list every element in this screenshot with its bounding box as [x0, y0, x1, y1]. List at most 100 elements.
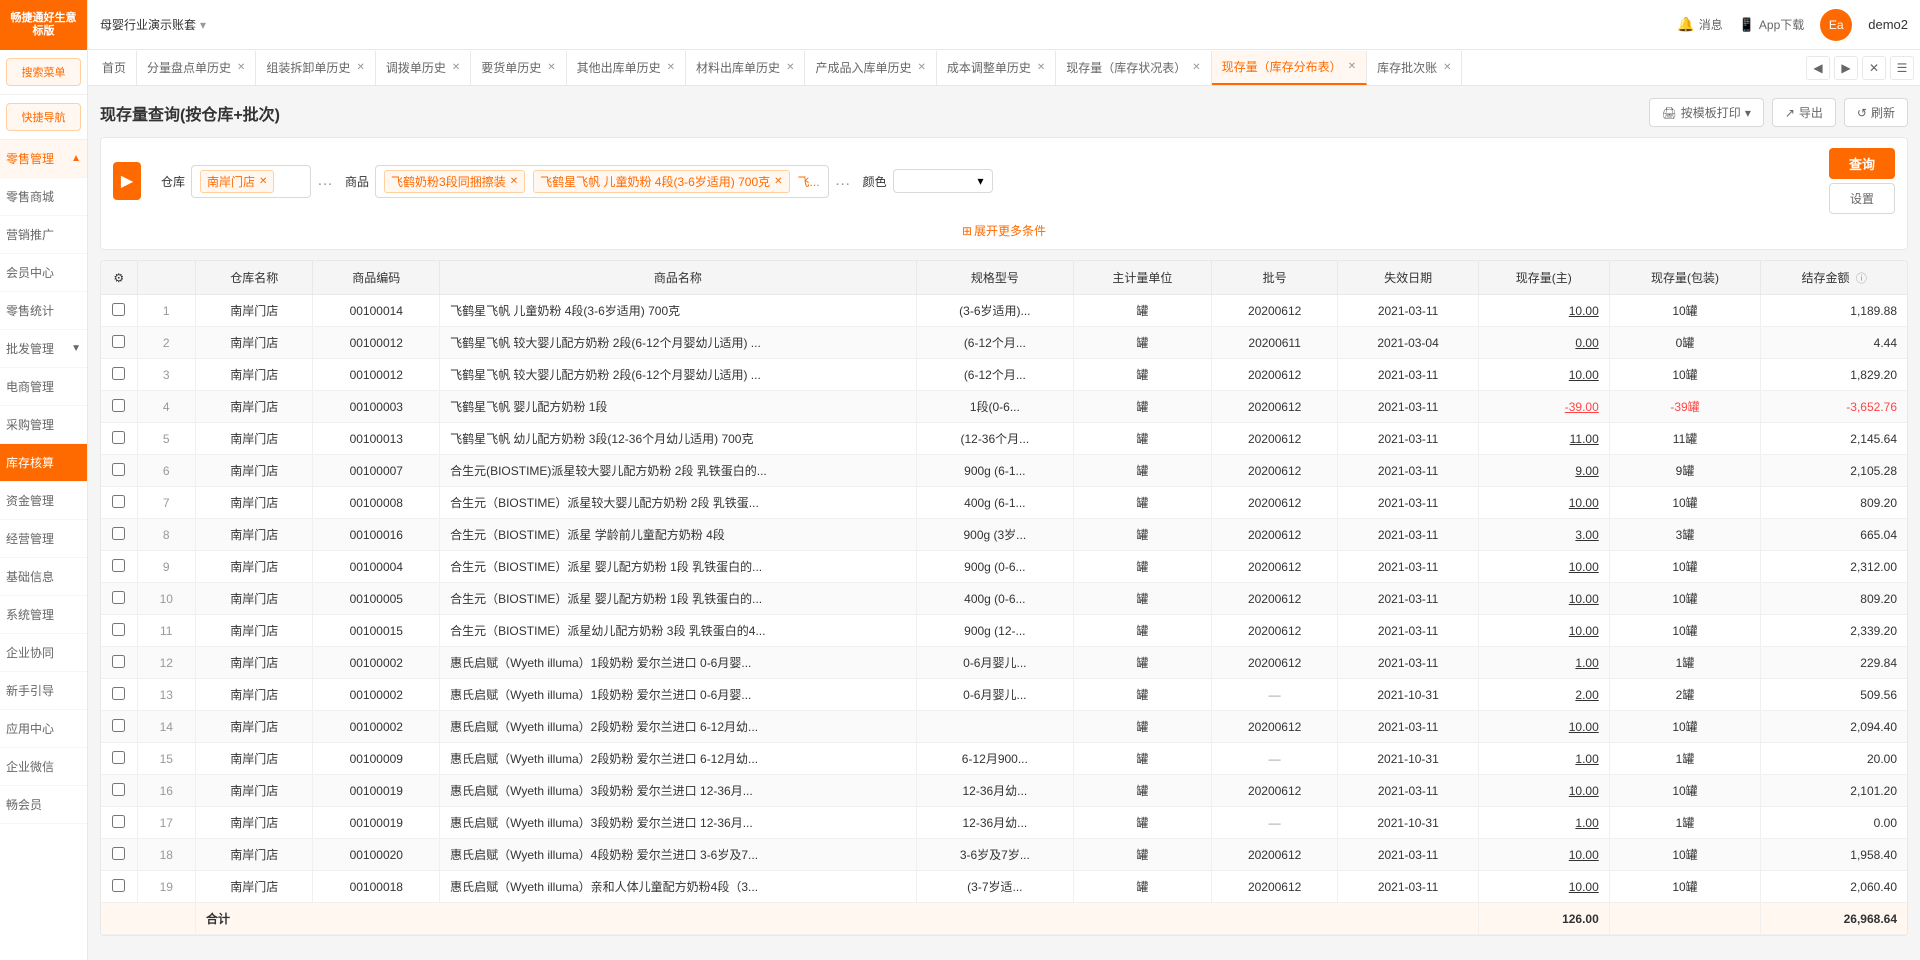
td-qty-main[interactable]: 10.00 [1478, 775, 1609, 807]
td-qty-main[interactable]: 10.00 [1478, 711, 1609, 743]
remove-product-2-icon[interactable]: ✕ [774, 176, 782, 187]
td-checkbox[interactable] [101, 743, 137, 775]
sidebar-item-purchase-mgmt[interactable]: 采购管理 [0, 406, 87, 444]
td-checkbox[interactable] [101, 391, 137, 423]
settings-icon[interactable]: ⚙ [113, 271, 124, 285]
close-icon[interactable]: ✕ [1192, 62, 1200, 73]
sidebar-item-marketing[interactable]: 营销推广 [0, 216, 87, 254]
close-icon[interactable]: ✕ [452, 62, 460, 73]
tab-batch-account[interactable]: 库存批次账 ✕ [1367, 51, 1462, 85]
message-button[interactable]: 🔔 消息 [1677, 16, 1722, 33]
td-checkbox[interactable] [101, 615, 137, 647]
close-icon[interactable]: ✕ [356, 62, 364, 73]
close-icon[interactable]: ✕ [917, 62, 925, 73]
td-qty-main[interactable]: 10.00 [1478, 615, 1609, 647]
sidebar-item-retail-mgmt[interactable]: 零售管理 ▲ [0, 140, 87, 178]
tab-inventory-status[interactable]: 现存量（库存状况表） ✕ [1056, 51, 1211, 85]
td-checkbox[interactable] [101, 551, 137, 583]
industry-selector[interactable]: 母婴行业演示账套 ▾ [100, 16, 206, 33]
tab-prev-button[interactable]: ◀ [1806, 56, 1830, 80]
td-qty-main[interactable]: 3.00 [1478, 519, 1609, 551]
product-input[interactable]: 飞鹤奶粉3段同捆擦装 ✕ 飞鹤星飞帆 儿童奶粉 4段(3-6岁适用) 700克 … [375, 165, 829, 198]
tab-product-in[interactable]: 产成品入库单历史 ✕ [805, 51, 936, 85]
filter-expand-left-button[interactable]: ▶ [113, 162, 141, 200]
sidebar-item-sys-mgmt[interactable]: 系统管理 [0, 596, 87, 634]
td-checkbox[interactable] [101, 679, 137, 711]
sidebar-item-new-guide[interactable]: 新手引导 [0, 672, 87, 710]
tab-other-out[interactable]: 其他出库单历史 ✕ [567, 51, 686, 85]
td-qty-main[interactable]: 9.00 [1478, 455, 1609, 487]
product-more-icon[interactable]: … [835, 173, 851, 189]
td-qty-main[interactable]: 1.00 [1478, 807, 1609, 839]
sidebar-item-retail-stats[interactable]: 零售统计 [0, 292, 87, 330]
sidebar-item-ecom-mgmt[interactable]: 电商管理 [0, 368, 87, 406]
sidebar-item-enterprise-collab[interactable]: 企业协同 [0, 634, 87, 672]
sidebar-item-retail-mall[interactable]: 零售商城 [0, 178, 87, 216]
refresh-button[interactable]: ↺ 刷新 [1844, 98, 1908, 127]
tab-menu-button[interactable]: ☰ [1890, 56, 1914, 80]
td-qty-main[interactable]: 10.00 [1478, 295, 1609, 327]
tab-home[interactable]: 首页 [92, 51, 137, 85]
tab-mixing[interactable]: 调拨单历史 ✕ [376, 51, 471, 85]
query-button[interactable]: 查询 [1829, 148, 1895, 179]
close-icon[interactable]: ✕ [237, 62, 245, 73]
sidebar-item-finance-mgmt[interactable]: 资金管理 [0, 482, 87, 520]
close-icon[interactable]: ✕ [1443, 62, 1451, 73]
td-checkbox[interactable] [101, 711, 137, 743]
td-qty-main[interactable]: 10.00 [1478, 487, 1609, 519]
td-checkbox[interactable] [101, 775, 137, 807]
app-download-button[interactable]: 📱 App下载 [1739, 16, 1805, 33]
td-qty-main[interactable]: 10.00 [1478, 551, 1609, 583]
td-qty-main[interactable]: 10.00 [1478, 839, 1609, 871]
tab-demand[interactable]: 要货单历史 ✕ [471, 51, 566, 85]
td-qty-main[interactable]: 1.00 [1478, 647, 1609, 679]
user-avatar[interactable]: Ea [1820, 9, 1852, 41]
sidebar-item-enterprise-wechat[interactable]: 企业微信 [0, 748, 87, 786]
tab-disassemble[interactable]: 组装拆卸单历史 ✕ [256, 51, 375, 85]
th-settings[interactable]: ⚙ [101, 261, 137, 295]
tab-split-stock[interactable]: 分量盘点单历史 ✕ [137, 51, 256, 85]
tab-next-button[interactable]: ▶ [1834, 56, 1858, 80]
template-print-button[interactable]: 🖨 按模板打印 ▾ [1649, 98, 1764, 127]
tab-inventory-dist[interactable]: 现存量（库存分布表） ✕ [1212, 51, 1367, 85]
td-checkbox[interactable] [101, 871, 137, 903]
td-checkbox[interactable] [101, 807, 137, 839]
search-menu-button[interactable]: 搜索菜单 [6, 58, 81, 86]
sidebar-item-inventory-audit[interactable]: 库存核算 [0, 444, 87, 482]
sidebar-item-vip-member[interactable]: 畅会员 [0, 786, 87, 824]
td-qty-main[interactable]: 11.00 [1478, 423, 1609, 455]
td-checkbox[interactable] [101, 647, 137, 679]
close-icon[interactable]: ✕ [1348, 61, 1356, 72]
warehouse-input[interactable]: 南岸门店 ✕ [191, 165, 311, 198]
warehouse-more-icon[interactable]: … [317, 173, 333, 189]
export-button[interactable]: ↗ 导出 [1772, 98, 1836, 127]
td-checkbox[interactable] [101, 423, 137, 455]
tab-cost-adjust[interactable]: 成本调整单历史 ✕ [937, 51, 1056, 85]
close-icon[interactable]: ✕ [1037, 62, 1045, 73]
td-qty-main[interactable]: 1.00 [1478, 743, 1609, 775]
username-label[interactable]: demo2 [1868, 17, 1908, 32]
td-qty-main[interactable]: 0.00 [1478, 327, 1609, 359]
sidebar-item-ops-mgmt[interactable]: 经营管理 [0, 520, 87, 558]
expand-conditions-button[interactable]: ⊞ 展开更多条件 [113, 222, 1895, 239]
td-checkbox[interactable] [101, 327, 137, 359]
info-icon[interactable]: ⓘ [1856, 273, 1867, 285]
td-checkbox[interactable] [101, 519, 137, 551]
sidebar-item-basic-info[interactable]: 基础信息 [0, 558, 87, 596]
td-qty-main[interactable]: 10.00 [1478, 871, 1609, 903]
close-icon[interactable]: ✕ [667, 62, 675, 73]
td-checkbox[interactable] [101, 295, 137, 327]
td-qty-main[interactable]: 10.00 [1478, 359, 1609, 391]
td-checkbox[interactable] [101, 455, 137, 487]
sidebar-item-member-center[interactable]: 会员中心 [0, 254, 87, 292]
td-checkbox[interactable] [101, 839, 137, 871]
shortcut-nav-button[interactable]: 快捷导航 [6, 103, 81, 131]
sidebar-item-app-center[interactable]: 应用中心 [0, 710, 87, 748]
td-qty-main[interactable]: 2.00 [1478, 679, 1609, 711]
td-checkbox[interactable] [101, 583, 137, 615]
close-icon[interactable]: ✕ [786, 62, 794, 73]
remove-product-1-icon[interactable]: ✕ [510, 176, 518, 187]
td-qty-main[interactable]: -39.00 [1478, 391, 1609, 423]
remove-warehouse-icon[interactable]: ✕ [259, 176, 267, 187]
td-qty-main[interactable]: 10.00 [1478, 583, 1609, 615]
